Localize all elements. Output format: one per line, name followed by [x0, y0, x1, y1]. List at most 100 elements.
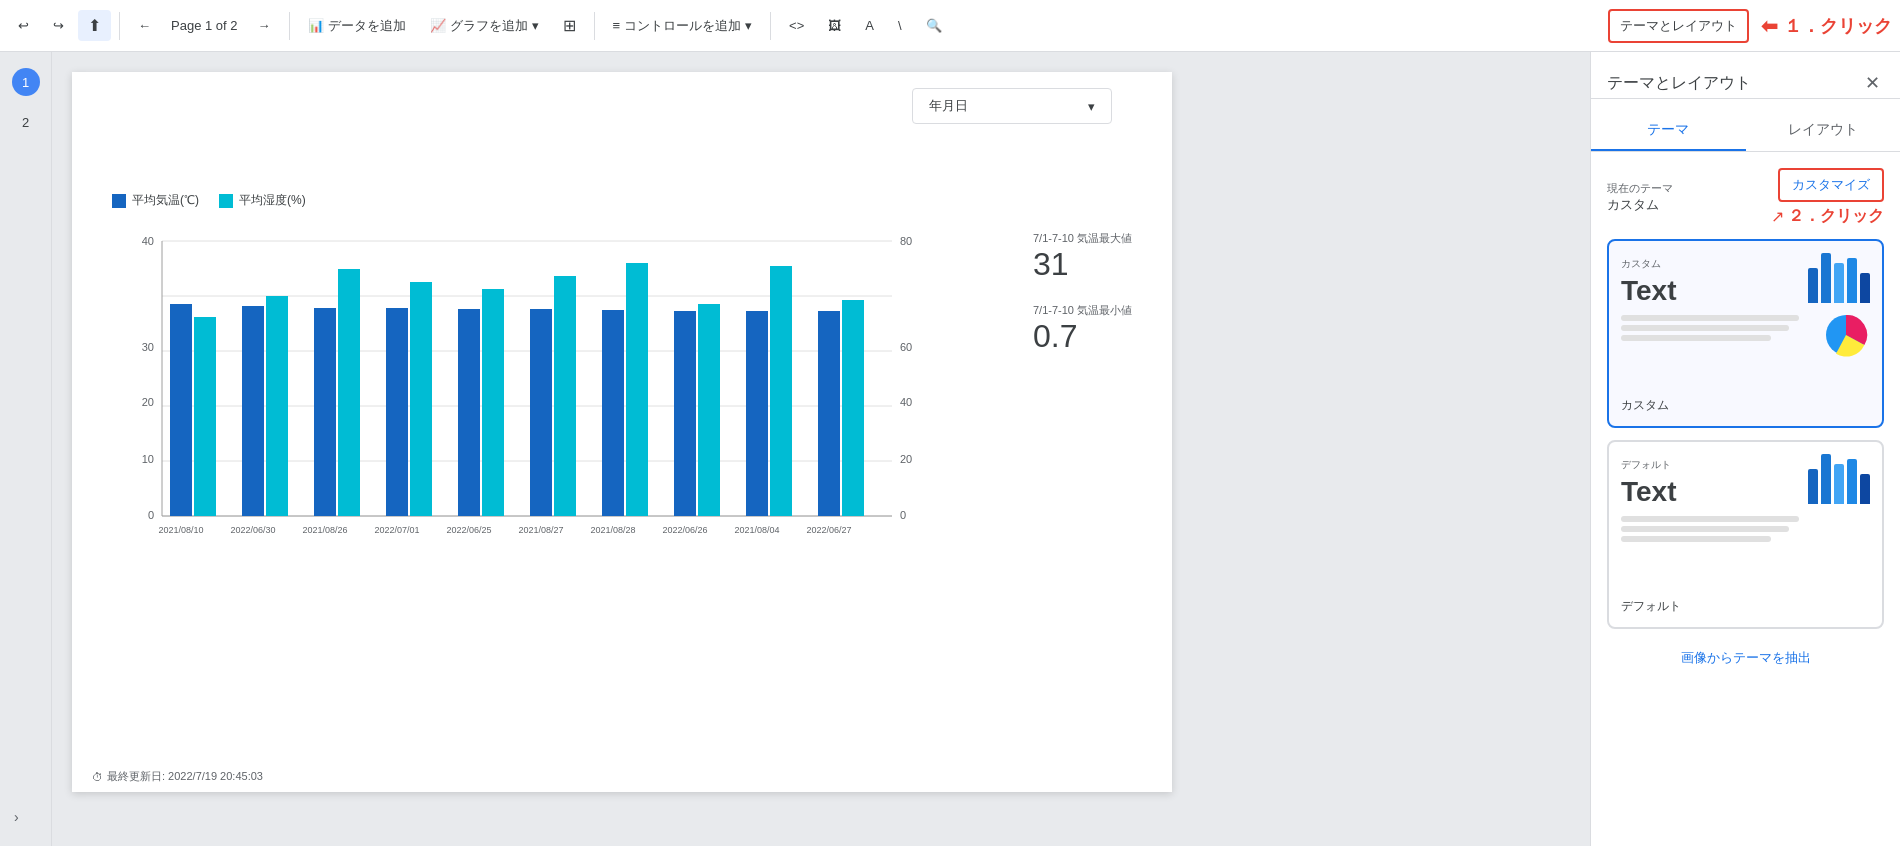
svg-text:2021/08/26: 2021/08/26	[302, 525, 347, 535]
theme-card-default-right	[1808, 454, 1870, 504]
line-d-2	[1621, 526, 1789, 532]
line-1	[1621, 315, 1799, 321]
mini-bar-d-4	[1847, 459, 1857, 504]
svg-rect-33	[554, 276, 576, 516]
stat-value-max: 31	[1033, 246, 1132, 283]
separator-3	[594, 12, 595, 40]
svg-rect-41	[746, 311, 768, 516]
extract-image-button[interactable]: 画像からテーマを抽出	[1607, 641, 1884, 675]
select-tool-button[interactable]: ⬆	[78, 10, 111, 41]
customize-button[interactable]: カスタマイズ	[1778, 168, 1884, 202]
theme-layout-button[interactable]: テーマとレイアウト	[1608, 9, 1749, 43]
svg-text:20: 20	[900, 453, 912, 465]
svg-rect-17	[170, 304, 192, 516]
expand-sidebar-button[interactable]: ›	[14, 808, 19, 826]
draw-button[interactable]: \	[888, 12, 912, 39]
mini-bar-3	[1834, 263, 1844, 303]
svg-rect-30	[482, 289, 504, 516]
svg-rect-29	[458, 309, 480, 516]
svg-rect-24	[338, 269, 360, 516]
svg-rect-18	[194, 317, 216, 516]
svg-rect-21	[266, 296, 288, 516]
mini-bar-1	[1808, 268, 1818, 303]
svg-text:10: 10	[142, 453, 154, 465]
panel-close-button[interactable]: ✕	[1861, 68, 1884, 98]
text-embed-button[interactable]: A	[855, 12, 884, 39]
text-icon: A	[865, 18, 874, 33]
mini-bar-d-5	[1860, 474, 1870, 504]
current-theme-info: 現在のテーマ カスタム	[1607, 181, 1673, 214]
svg-rect-23	[314, 308, 336, 516]
stat-block-min: 7/1-7-10 気温最小値 0.7	[1033, 303, 1132, 355]
svg-rect-38	[674, 311, 696, 516]
line-d-1	[1621, 516, 1799, 522]
separator-4	[770, 12, 771, 40]
canvas-area: 年月日 ▾ 平均気温(℃) 平均湿度(%)	[52, 52, 1590, 846]
page-num-2[interactable]: 2	[12, 108, 40, 136]
add-graph-button[interactable]: 📈 グラフを追加 ▾	[420, 11, 549, 41]
page-num-1[interactable]: 1	[12, 68, 40, 96]
theme-card-custom-left: カスタム Text	[1621, 253, 1808, 345]
add-data-button[interactable]: 📊 データを追加	[298, 11, 416, 41]
theme-card-default[interactable]: デフォルト Text	[1607, 440, 1884, 629]
tab-theme[interactable]: テーマ	[1591, 111, 1746, 151]
undo-button[interactable]: ↩	[8, 12, 39, 39]
stat-block-max: 7/1-7-10 気温最大値 31	[1033, 231, 1132, 283]
svg-text:2021/08/04: 2021/08/04	[734, 525, 779, 535]
chart-wrapper: 40 30 20 10 0 80 60 40 20 0	[112, 221, 1132, 605]
nav-back-button[interactable]: ←	[128, 12, 161, 39]
annotation-text-2: ２．クリック	[1788, 206, 1884, 227]
theme-card-default-left: デフォルト Text	[1621, 454, 1808, 546]
theme-text-custom: Text	[1621, 275, 1808, 307]
legend-item-temp: 平均気温(℃)	[112, 192, 199, 209]
zoom-icon: 🔍	[926, 18, 942, 33]
add-graph-icon: 📈	[430, 18, 446, 33]
code-embed-button[interactable]: <>	[779, 12, 814, 39]
chevron-right-icon: ›	[14, 809, 19, 825]
nav-forward-button[interactable]: →	[248, 12, 281, 39]
bar-chart: 40 30 20 10 0 80 60 40 20 0	[112, 221, 1003, 605]
svg-text:2022/06/30: 2022/06/30	[230, 525, 275, 535]
separator-1	[119, 12, 120, 40]
toolbar: ↩ ↪ ⬆ ← Page 1 of 2 → 📊 データを追加 📈 グラフを追加 …	[0, 0, 1900, 52]
redo-icon: ↪	[53, 18, 64, 33]
theme-card-custom[interactable]: カスタム Text	[1607, 239, 1884, 428]
svg-rect-45	[842, 300, 864, 516]
zoom-button[interactable]: 🔍	[916, 12, 952, 39]
redo-button[interactable]: ↪	[43, 12, 74, 39]
theme-lines-default	[1621, 516, 1808, 542]
annotation-arrow-2: ↗	[1771, 207, 1784, 226]
mini-bar-4	[1847, 258, 1857, 303]
clock-icon: ⏱	[92, 771, 103, 783]
layout-button[interactable]: ⊞	[553, 10, 586, 41]
mini-bar-d-1	[1808, 469, 1818, 504]
nav-forward-icon: →	[258, 18, 271, 33]
svg-text:20: 20	[142, 396, 154, 408]
panel-title: テーマとレイアウト	[1607, 73, 1751, 94]
theme-lines-custom	[1621, 315, 1808, 341]
svg-text:2021/08/27: 2021/08/27	[518, 525, 563, 535]
stat-label-min: 7/1-7-10 気温最小値	[1033, 303, 1132, 318]
add-control-button[interactable]: ≡ コントロールを追加 ▾	[603, 11, 763, 41]
svg-rect-44	[818, 311, 840, 516]
current-theme-label: 現在のテーマ	[1607, 181, 1673, 196]
mini-bar-2	[1821, 253, 1831, 303]
chart-svg: 40 30 20 10 0 80 60 40 20 0	[112, 221, 932, 601]
layout-icon: ⊞	[563, 16, 576, 35]
mini-bar-d-3	[1834, 464, 1844, 504]
mini-pie-custom	[1822, 311, 1870, 359]
chevron-down-icon-2: ▾	[745, 18, 752, 33]
theme-label-default: デフォルト	[1621, 598, 1870, 615]
svg-rect-35	[602, 310, 624, 516]
theme-type-default: デフォルト	[1621, 459, 1671, 470]
mini-bar-d-2	[1821, 454, 1831, 504]
theme-type-custom: カスタム	[1621, 258, 1661, 269]
theme-card-default-inner: デフォルト Text	[1621, 454, 1870, 594]
image-embed-button[interactable]: 🖼	[818, 12, 851, 39]
panel-tabs: テーマ レイアウト	[1591, 111, 1900, 152]
mini-bars-custom	[1808, 253, 1870, 303]
tab-layout[interactable]: レイアウト	[1746, 111, 1901, 151]
theme-text-default: Text	[1621, 476, 1808, 508]
date-filter[interactable]: 年月日 ▾	[912, 88, 1112, 124]
current-theme-name: カスタム	[1607, 196, 1673, 214]
